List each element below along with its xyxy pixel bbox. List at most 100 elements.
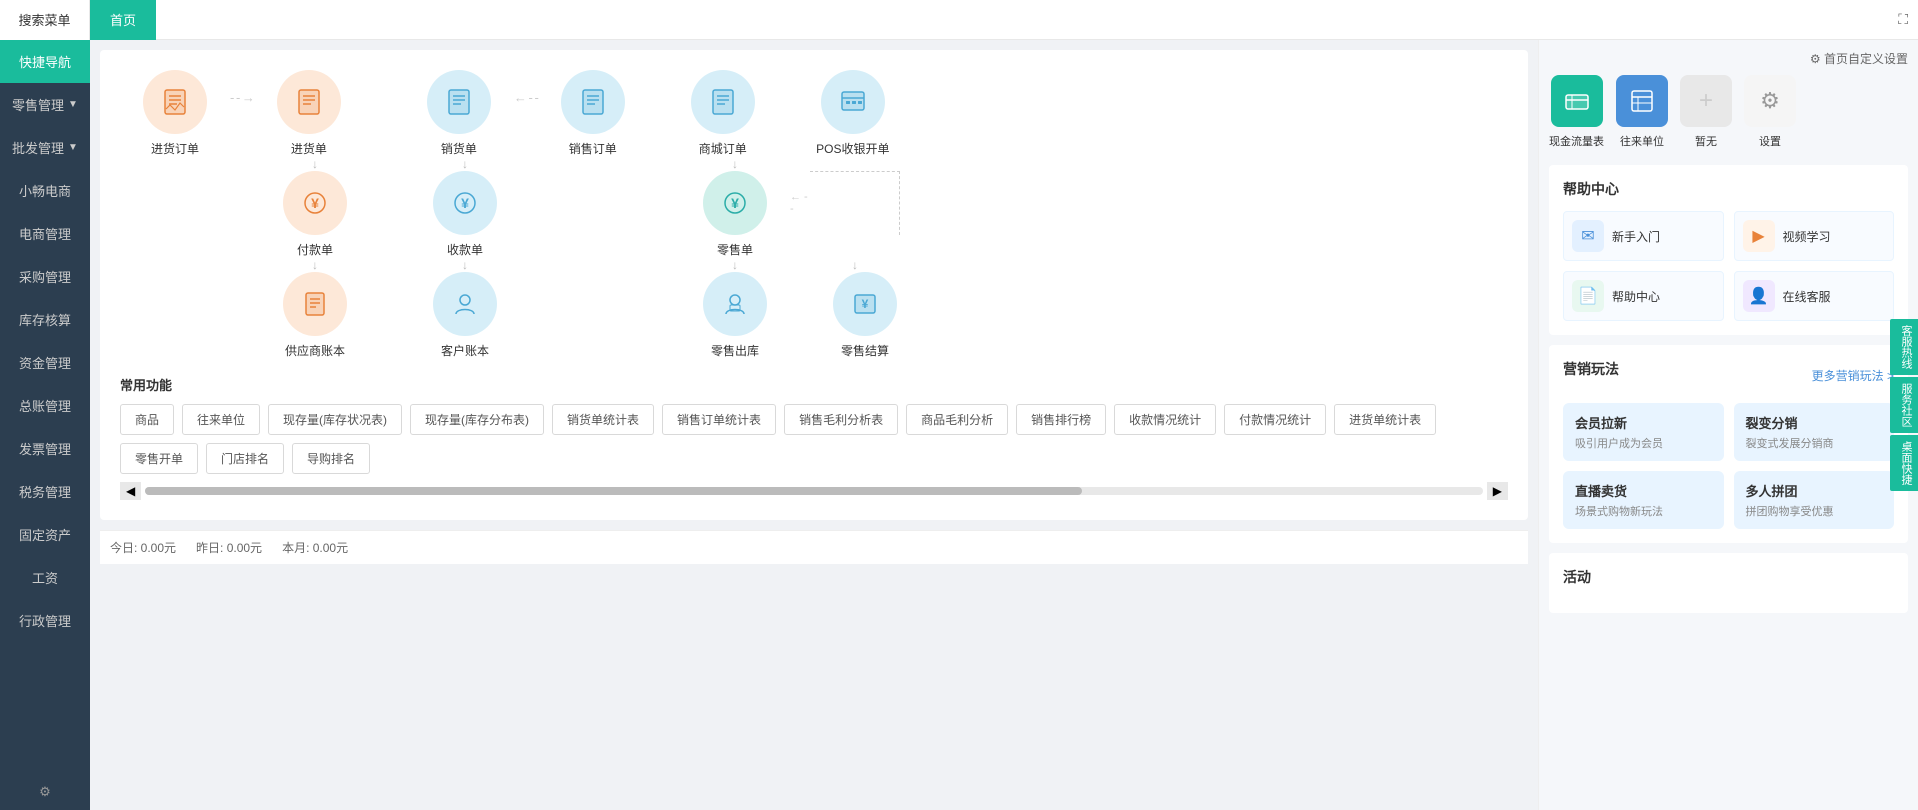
stat-today: 今日: 0.00元	[110, 539, 176, 556]
sidebar-item-ecom-small[interactable]: 小畅电商	[0, 169, 90, 212]
node-pos[interactable]	[821, 70, 885, 134]
marketing-header: 营销玩法 更多营销玩法 >	[1563, 359, 1894, 391]
settings-icon-box: ⚙	[1744, 75, 1796, 127]
node-supplier-account-label: 供应商账本	[285, 342, 345, 359]
func-grid: 商品 往来单位 现存量(库存状况表) 现存量(库存分布表) 销货单统计表 销售订…	[120, 404, 1508, 474]
func-btn-sale-stat[interactable]: 销货单统计表	[552, 404, 654, 435]
svg-text:¥: ¥	[731, 195, 739, 211]
partner-icon-box	[1616, 75, 1668, 127]
member-desc: 吸引用户成为会员	[1575, 435, 1712, 451]
marketing-item-member[interactable]: 会员拉新 吸引用户成为会员	[1563, 403, 1724, 461]
node-retail-settle-label: 零售结算	[841, 342, 889, 359]
func-btn-goods-profit[interactable]: 商品毛利分析	[906, 404, 1008, 435]
expand-button[interactable]: ⛶	[1898, 11, 1908, 28]
node-pos-label: POS收银开单	[816, 140, 889, 157]
node-mall-order[interactable]	[691, 70, 755, 134]
sidebar-item-ecom[interactable]: 电商管理	[0, 212, 90, 255]
search-menu[interactable]: 搜索菜单	[0, 0, 90, 40]
fission-title: 裂变分销	[1746, 413, 1883, 432]
node-retail-out-label: 零售出库	[711, 342, 759, 359]
sidebar-item-invoice[interactable]: 发票管理	[0, 427, 90, 470]
svg-text:¥: ¥	[862, 297, 869, 311]
func-btn-partner[interactable]: 往来单位	[182, 404, 260, 435]
scroll-track[interactable]	[145, 487, 1483, 495]
homepage-settings[interactable]: ⚙ 首页自定义设置	[1549, 50, 1908, 67]
sidebar-item-inventory[interactable]: 库存核算	[0, 298, 90, 341]
func-btn-stock-dist[interactable]: 现存量(库存分布表)	[410, 404, 544, 435]
homepage-settings-icon: ⚙	[1810, 52, 1821, 66]
node-retail-out[interactable]	[703, 272, 767, 336]
func-btn-payment-stat[interactable]: 付款情况统计	[1224, 404, 1326, 435]
marketing-grid: 会员拉新 吸引用户成为会员 裂变分销 裂变式发展分销商 直播卖货 场景式购物新玩…	[1563, 403, 1894, 529]
marketing-item-live[interactable]: 直播卖货 场景式购物新玩法	[1563, 471, 1724, 529]
scroll-right-btn[interactable]: ▶	[1487, 482, 1508, 500]
node-supplier-account[interactable]	[283, 272, 347, 336]
group-title: 多人拼团	[1746, 481, 1883, 500]
sidebar-item-admin[interactable]: 行政管理	[0, 599, 90, 642]
node-retail-settle[interactable]: ¥	[833, 272, 897, 336]
node-purchase-order[interactable]	[143, 70, 207, 134]
side-btn-community[interactable]: 服务社区	[1890, 377, 1918, 433]
help-item-beginner[interactable]: ✉ 新手入门	[1563, 211, 1724, 261]
func-btn-goods[interactable]: 商品	[120, 404, 174, 435]
sidebar-item-salary[interactable]: 工资	[0, 556, 90, 599]
func-btn-sale-order-stat[interactable]: 销售订单统计表	[662, 404, 776, 435]
func-btn-store-rank[interactable]: 门店排名	[206, 443, 284, 474]
quick-icon-partner[interactable]: 往来单位	[1616, 75, 1668, 149]
quick-nav-card: 进货订单 - - → 进货单	[100, 50, 1528, 520]
node-retail-bill[interactable]: ¥	[703, 171, 767, 235]
sidebar-item-tax[interactable]: 税务管理	[0, 470, 90, 513]
quick-icon-cashflow[interactable]: 现金流量表	[1549, 75, 1604, 149]
help-grid: ✉ 新手入门 ▶ 视频学习 📄 帮助中心 👤 在线客服	[1563, 211, 1894, 321]
help-item-service[interactable]: 👤 在线客服	[1734, 271, 1895, 321]
sidebar-item-purchase[interactable]: 采购管理	[0, 255, 90, 298]
marketing-item-fission[interactable]: 裂变分销 裂变式发展分销商	[1734, 403, 1895, 461]
sidebar-item-finance[interactable]: 资金管理	[0, 341, 90, 384]
cashflow-label: 现金流量表	[1549, 133, 1604, 149]
node-sale-bill[interactable]	[427, 70, 491, 134]
tab-home[interactable]: 首页	[90, 0, 156, 40]
func-btn-sale-rank[interactable]: 销售排行榜	[1016, 404, 1106, 435]
node-payment[interactable]: ¥	[283, 171, 347, 235]
marketing-item-group[interactable]: 多人拼团 拼团购物享受优惠	[1734, 471, 1895, 529]
help-item-help[interactable]: 📄 帮助中心	[1563, 271, 1724, 321]
node-purchase-order-label: 进货订单	[151, 140, 199, 157]
sidebar-item-retail[interactable]: 零售管理 ▼	[0, 83, 90, 126]
help-doc-icon: 📄	[1572, 280, 1604, 312]
side-float: 客服热线 服务社区 桌面快捷	[1890, 319, 1918, 491]
node-mall-order-label: 商城订单	[699, 140, 747, 157]
sidebar-item-assets[interactable]: 固定资产	[0, 513, 90, 556]
side-btn-desktop[interactable]: 桌面快捷	[1890, 435, 1918, 491]
sidebar: 快捷导航 零售管理 ▼ 批发管理 ▼ 小畅电商 电商管理 采购管理 库存核算 资…	[0, 40, 90, 810]
func-btn-receipt-stat[interactable]: 收款情况统计	[1114, 404, 1216, 435]
help-item-video[interactable]: ▶ 视频学习	[1734, 211, 1895, 261]
main-panel: 进货订单 - - → 进货单	[90, 40, 1538, 810]
func-btn-retail-order[interactable]: 零售开单	[120, 443, 198, 474]
cashflow-icon-box	[1551, 75, 1603, 127]
video-icon: ▶	[1743, 220, 1775, 252]
more-marketing-link[interactable]: 更多营销玩法 >	[1812, 367, 1894, 384]
marketing-card: 营销玩法 更多营销玩法 > 会员拉新 吸引用户成为会员 裂变分销 裂变式发展分销…	[1549, 345, 1908, 543]
node-sale-order[interactable]	[561, 70, 625, 134]
func-btn-purchase-stat[interactable]: 进货单统计表	[1334, 404, 1436, 435]
side-btn-service[interactable]: 客服热线	[1890, 319, 1918, 375]
help-center-card: 帮助中心 ✉ 新手入门 ▶ 视频学习 📄 帮助中心 👤	[1549, 165, 1908, 335]
stat-month: 本月: 0.00元	[282, 539, 348, 556]
func-btn-sale-profit[interactable]: 销售毛利分析表	[784, 404, 898, 435]
node-purchase-bill[interactable]	[277, 70, 341, 134]
node-customer-account[interactable]	[433, 272, 497, 336]
sidebar-item-wholesale[interactable]: 批发管理 ▼	[0, 126, 90, 169]
scroll-left-btn[interactable]: ◀	[120, 482, 141, 500]
help-center-title: 帮助中心	[1563, 179, 1894, 199]
quick-icon-empty[interactable]: + 暂无	[1680, 75, 1732, 149]
node-receipt[interactable]: ¥	[433, 171, 497, 235]
beginner-icon: ✉	[1572, 220, 1604, 252]
sidebar-settings[interactable]: ⚙	[0, 774, 90, 810]
node-payment-label: 付款单	[297, 241, 333, 258]
sidebar-item-general-ledger[interactable]: 总账管理	[0, 384, 90, 427]
func-btn-guide-rank[interactable]: 导购排名	[292, 443, 370, 474]
quick-icon-settings[interactable]: ⚙ 设置	[1744, 75, 1796, 149]
sidebar-item-quick-nav[interactable]: 快捷导航	[0, 40, 90, 83]
scrollbar-row: ◀ ▶	[120, 482, 1508, 500]
func-btn-stock-status[interactable]: 现存量(库存状况表)	[268, 404, 402, 435]
